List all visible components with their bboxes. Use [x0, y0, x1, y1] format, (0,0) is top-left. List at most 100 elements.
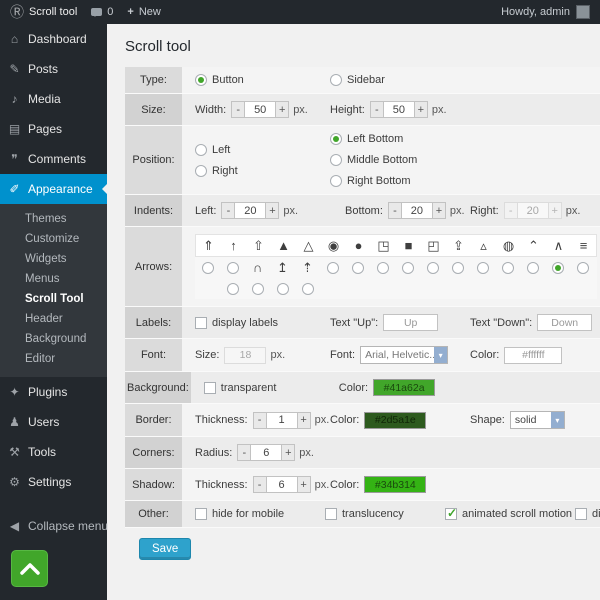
arrow-option-radio[interactable] [376, 261, 389, 274]
arrow-option-radio[interactable] [326, 261, 339, 274]
other-option-checkbox[interactable] [575, 508, 587, 520]
arrow-option-radio[interactable] [201, 261, 214, 274]
corner-radius-increment-button[interactable]: + [281, 444, 296, 461]
arrow-option-radio[interactable] [226, 282, 239, 295]
height-increment-button[interactable]: + [413, 101, 428, 118]
sidebar-item-comments[interactable]: ❞ Comments [0, 144, 107, 174]
sidebar-item-label: Comments [28, 152, 87, 166]
sidebar-item-media[interactable]: ♪ Media [0, 84, 107, 114]
sidebar-subitem-editor[interactable]: Editor [0, 349, 107, 369]
sidebar-subitem-scroll-tool[interactable]: Scroll Tool [0, 289, 107, 309]
width-decrement-button[interactable]: - [231, 101, 246, 118]
sidebar-subitem-themes[interactable]: Themes [0, 209, 107, 229]
sidebar-subitem-menus[interactable]: Menus [0, 269, 107, 289]
arrow-option-radio[interactable] [551, 261, 564, 274]
height-input[interactable] [383, 101, 414, 118]
avatar[interactable] [576, 5, 590, 19]
arrow-option-radio[interactable] [501, 261, 514, 274]
arrow-option-radio[interactable] [226, 261, 239, 274]
labels-row-label: Labels: [125, 307, 182, 338]
sidebar-subitem-customize[interactable]: Customize [0, 229, 107, 249]
arrow-option-radio[interactable] [276, 282, 289, 295]
indent-right-increment-button[interactable]: + [547, 202, 562, 219]
text-down-input[interactable] [537, 314, 593, 331]
position-left-radio[interactable] [195, 143, 207, 156]
width-input[interactable] [245, 101, 276, 118]
arrow-style-icon: ▵ [480, 238, 487, 253]
sidebar-item-pages[interactable]: ▤ Pages [0, 114, 107, 144]
indent-bottom-decrement-button[interactable]: - [387, 202, 402, 219]
new-content-button[interactable]: + New [127, 6, 160, 18]
shadow-color-input[interactable] [364, 476, 427, 493]
border-shape-select[interactable]: solid ▾ [509, 411, 565, 429]
sidebar-item-plugins[interactable]: ✦ Plugins [0, 377, 107, 407]
shadow-thickness-increment-button[interactable]: + [296, 476, 311, 493]
howdy-text[interactable]: Howdy, admin [501, 6, 570, 18]
position-right-radio[interactable] [195, 164, 207, 177]
sidebar-item-label: Users [28, 415, 60, 429]
transparent-checkbox[interactable] [203, 381, 216, 394]
other-row: Other: hide for mobile translucency a [125, 501, 600, 528]
save-button[interactable]: Save [139, 538, 192, 560]
sidebar-item-tools[interactable]: ⚒ Tools [0, 437, 107, 467]
indent-right-decrement-button[interactable]: - [503, 202, 518, 219]
sidebar-subitem-header[interactable]: Header [0, 309, 107, 329]
arrow-option-radio[interactable] [526, 261, 539, 274]
sidebar-item-users[interactable]: ♟ Users [0, 407, 107, 437]
arrow-style-icon: ⇧ [253, 238, 264, 253]
font-family-select[interactable]: Arial, Helvetic... ▾ [360, 346, 449, 364]
position-middle-bottom-radio[interactable] [330, 154, 342, 166]
arrow-option-radio[interactable] [251, 282, 264, 295]
shadow-thickness-decrement-button[interactable]: - [252, 476, 267, 493]
users-icon: ♟ [9, 415, 20, 429]
size-row: Size: Width: - + px. Height: [125, 94, 600, 126]
indent-left-decrement-button[interactable]: - [221, 202, 236, 219]
indent-right-input[interactable] [517, 202, 548, 219]
shadow-thickness-input[interactable] [266, 476, 297, 493]
position-right-bottom-radio[interactable] [330, 175, 342, 187]
hide-for-mobile-checkbox[interactable] [195, 508, 207, 520]
type-sidebar-radio[interactable] [330, 74, 342, 86]
collapse-menu-button[interactable]: ◀ Collapse menu [0, 511, 108, 541]
arrow-option-radio[interactable] [351, 261, 364, 274]
border-thickness-decrement-button[interactable]: - [252, 411, 267, 429]
corner-radius-decrement-button[interactable]: - [237, 444, 252, 461]
sidebar-item-posts[interactable]: ✎ Posts [0, 54, 107, 84]
animated-scroll-motion-checkbox[interactable] [445, 506, 457, 520]
display-labels-checkbox[interactable] [195, 316, 207, 329]
border-color-input[interactable] [364, 411, 427, 429]
sidebar-item-dashboard[interactable]: ⌂ Dashboard [0, 24, 107, 54]
indent-left-increment-button[interactable]: + [265, 202, 280, 219]
height-decrement-button[interactable]: - [369, 101, 384, 118]
font-size-input[interactable] [224, 346, 267, 364]
background-row: Background: transparent Color: [125, 372, 600, 404]
arrow-option-radio[interactable] [401, 261, 414, 274]
arrow-option-radio[interactable] [301, 282, 314, 295]
type-button-radio[interactable] [195, 74, 207, 86]
border-thickness-input[interactable] [266, 411, 297, 429]
indent-left-input[interactable] [235, 202, 266, 219]
arrow-option-radio[interactable] [426, 261, 439, 274]
scroll-to-top-preview-button[interactable] [11, 550, 48, 587]
indent-bottom-input[interactable] [401, 202, 432, 219]
translucency-checkbox[interactable] [325, 508, 337, 520]
indent-bottom-increment-button[interactable]: + [431, 202, 446, 219]
sidebar-subitem-widgets[interactable]: Widgets [0, 249, 107, 269]
wordpress-menu[interactable]: Ⓡ Scroll tool [10, 5, 77, 19]
comments-shortcut[interactable]: 0 [91, 6, 113, 18]
corner-radius-input[interactable] [251, 444, 282, 461]
position-left-bottom-radio[interactable] [330, 133, 342, 145]
text-up-input[interactable] [383, 314, 439, 331]
background-color-input[interactable] [373, 379, 436, 396]
arrow-option-radio[interactable] [576, 261, 589, 274]
sidebar-subitem-background[interactable]: Background [0, 329, 107, 349]
arrow-style-icon: △ [303, 238, 314, 253]
arrow-option-radio[interactable] [451, 261, 464, 274]
arrow-option-radio[interactable] [476, 261, 489, 274]
sidebar-menu-bottom: ✦ Plugins ♟ Users ⚒ Tools ⚙ Settings [0, 377, 107, 497]
font-color-input[interactable] [504, 346, 563, 364]
sidebar-item-appearance[interactable]: ✐ Appearance [0, 174, 107, 204]
border-thickness-increment-button[interactable]: + [296, 411, 311, 429]
sidebar-item-settings[interactable]: ⚙ Settings [0, 467, 107, 497]
width-increment-button[interactable]: + [275, 101, 290, 118]
